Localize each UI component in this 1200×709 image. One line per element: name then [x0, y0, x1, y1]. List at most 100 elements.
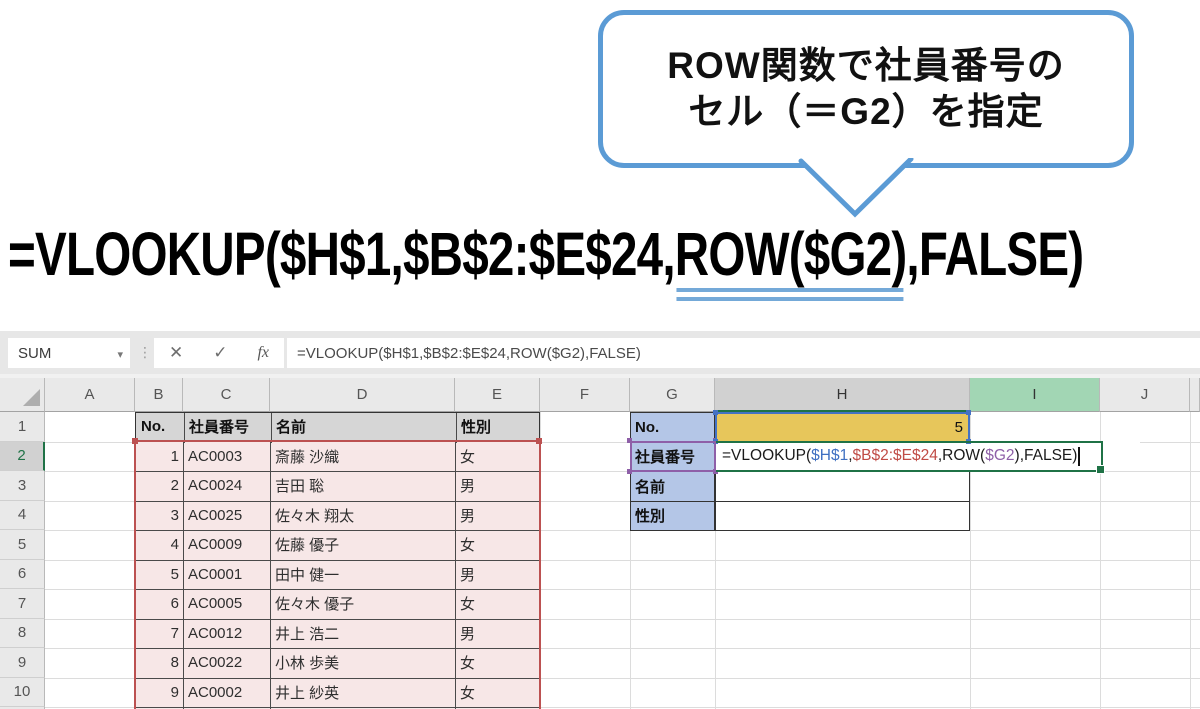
cell-no[interactable]: 4 — [135, 530, 183, 560]
name-box-dropdown-icon[interactable]: ▾ — [117, 348, 123, 361]
cell-gender[interactable]: 女 — [455, 648, 540, 678]
row-header-6[interactable]: 6 — [0, 559, 45, 589]
cell-H1[interactable]: 5 — [715, 412, 970, 443]
cell-gender[interactable]: 女 — [455, 442, 540, 472]
cell-G4[interactable]: 性別 — [630, 500, 715, 531]
cell-no[interactable]: 9 — [135, 678, 183, 708]
col-header-H[interactable]: H — [715, 378, 970, 412]
formula-bar-grip-icon[interactable]: ⋮ — [138, 344, 152, 361]
cell-no[interactable]: 8 — [135, 648, 183, 678]
cell-name[interactable]: 井上 浩二 — [270, 619, 455, 649]
cell-id[interactable]: AC0022 — [183, 648, 270, 678]
cell-name[interactable]: 佐々木 翔太 — [270, 501, 455, 531]
table-border — [715, 500, 970, 502]
row-header-8[interactable]: 8 — [0, 618, 45, 648]
cell-id[interactable]: AC0002 — [183, 678, 270, 708]
cell-no[interactable]: 2 — [135, 471, 183, 501]
row-header-7[interactable]: 7 — [0, 589, 45, 619]
text-cursor — [1078, 446, 1081, 466]
row-header-2[interactable]: 2 — [0, 441, 45, 471]
gridline — [1190, 412, 1191, 709]
row-header-9[interactable]: 9 — [0, 648, 45, 678]
cell-G1[interactable]: No. — [630, 412, 715, 443]
insert-function-icon[interactable]: fx — [257, 344, 269, 362]
formula-bar-buttons: ✕ ✓ fx — [154, 338, 284, 368]
cell-gender[interactable]: 女 — [455, 678, 540, 708]
table-row: 7 AC0012 井上 浩二 男 — [135, 619, 540, 649]
select-all-button[interactable] — [0, 378, 45, 412]
row-header-10[interactable]: 10 — [0, 677, 45, 707]
table-border — [183, 441, 184, 709]
cell-gender[interactable]: 女 — [455, 589, 540, 619]
cell-no[interactable]: 5 — [135, 560, 183, 590]
col-header-D[interactable]: D — [270, 378, 455, 412]
col-header-F[interactable]: F — [540, 378, 630, 412]
cell-id[interactable]: AC0009 — [183, 530, 270, 560]
cell-gender[interactable]: 男 — [455, 560, 540, 590]
cell-gender[interactable]: 男 — [455, 501, 540, 531]
cell-G2[interactable]: 社員番号 — [630, 441, 715, 472]
cell-id[interactable]: AC0024 — [183, 471, 270, 501]
cell-gender[interactable]: 男 — [455, 619, 540, 649]
col-header-A[interactable]: A — [45, 378, 135, 412]
cell-gender[interactable]: 女 — [455, 530, 540, 560]
table-row: 9 AC0002 井上 紗英 女 — [135, 678, 540, 708]
cell-name[interactable]: 井上 紗英 — [270, 678, 455, 708]
col-header-G[interactable]: G — [630, 378, 715, 412]
header-cell-name[interactable]: 名前 — [271, 413, 456, 441]
table-row: 8 AC0022 小林 歩美 女 — [135, 648, 540, 678]
cell-name[interactable]: 斎藤 沙織 — [270, 442, 455, 472]
formula-segment-ref-G2: $G2 — [985, 447, 1015, 465]
table-border — [184, 413, 185, 443]
formula-segment: ),FALSE) — [1014, 447, 1078, 465]
table-border — [136, 648, 540, 649]
name-box[interactable]: SUM ▾ — [8, 338, 130, 368]
cell-name[interactable]: 小林 歩美 — [270, 648, 455, 678]
range-handle — [966, 439, 971, 444]
col-header-B[interactable]: B — [135, 378, 183, 412]
col-header-C[interactable]: C — [183, 378, 270, 412]
cell-gender[interactable]: 男 — [455, 471, 540, 501]
cell-no[interactable]: 7 — [135, 619, 183, 649]
cell-id[interactable]: AC0025 — [183, 501, 270, 531]
header-cell-id[interactable]: 社員番号 — [184, 413, 271, 441]
cell-H2-formula-editor[interactable]: =VLOOKUP( $H$1 , $B$2:$E$24 ,ROW( $G2 ),… — [716, 442, 1140, 471]
gridline — [540, 412, 541, 709]
formula-heading-underlined: ROW($G2) — [674, 220, 907, 301]
table-row: 1 AC0003 斎藤 沙織 女 — [135, 442, 540, 472]
cell-G3[interactable]: 名前 — [630, 471, 715, 502]
formula-heading: =VLOOKUP($H$1,$B$2:$E$24,ROW($G2),FALSE) — [8, 218, 1084, 301]
row-header-5[interactable]: 5 — [0, 530, 45, 560]
col-header-E[interactable]: E — [455, 378, 540, 412]
enter-icon[interactable]: ✓ — [213, 343, 227, 363]
cell-name[interactable]: 吉田 聡 — [270, 471, 455, 501]
page: ROW関数で社員番号の セル（＝G2）を指定 =VLOOKUP($H$1,$B$… — [0, 0, 1200, 709]
formula-heading-prefix: =VLOOKUP($H$1,$B$2:$E$24, — [8, 220, 676, 288]
cell-no[interactable]: 1 — [135, 442, 183, 472]
col-header-I[interactable]: I — [970, 378, 1100, 412]
cell-name[interactable]: 佐々木 優子 — [270, 589, 455, 619]
cell-id[interactable]: AC0012 — [183, 619, 270, 649]
header-cell-gender[interactable]: 性別 — [456, 413, 541, 441]
cell-id[interactable]: AC0003 — [183, 442, 270, 472]
cell-id[interactable]: AC0001 — [183, 560, 270, 590]
row-header-3[interactable]: 3 — [0, 471, 45, 501]
cell-name[interactable]: 佐藤 優子 — [270, 530, 455, 560]
cancel-icon[interactable]: ✕ — [169, 343, 183, 363]
table-border — [136, 500, 540, 502]
table-border — [136, 471, 540, 472]
cell-no[interactable]: 3 — [135, 501, 183, 531]
table-header-row: No. 社員番号 名前 性別 — [135, 412, 541, 443]
col-header-J[interactable]: J — [1100, 378, 1190, 412]
cell-no[interactable]: 6 — [135, 589, 183, 619]
cell-id[interactable]: AC0005 — [183, 589, 270, 619]
cell-name[interactable]: 田中 健一 — [270, 560, 455, 590]
formula-heading-suffix: ,FALSE) — [906, 220, 1084, 288]
table-border — [270, 441, 271, 709]
row-header-4[interactable]: 4 — [0, 500, 45, 530]
table-border — [136, 589, 540, 590]
header-cell-no[interactable]: No. — [136, 413, 184, 441]
row-header-1[interactable]: 1 — [0, 412, 45, 442]
range-handle — [713, 410, 718, 415]
formula-bar-input[interactable]: =VLOOKUP($H$1,$B$2:$E$24,ROW($G2),FALSE) — [287, 338, 1200, 368]
